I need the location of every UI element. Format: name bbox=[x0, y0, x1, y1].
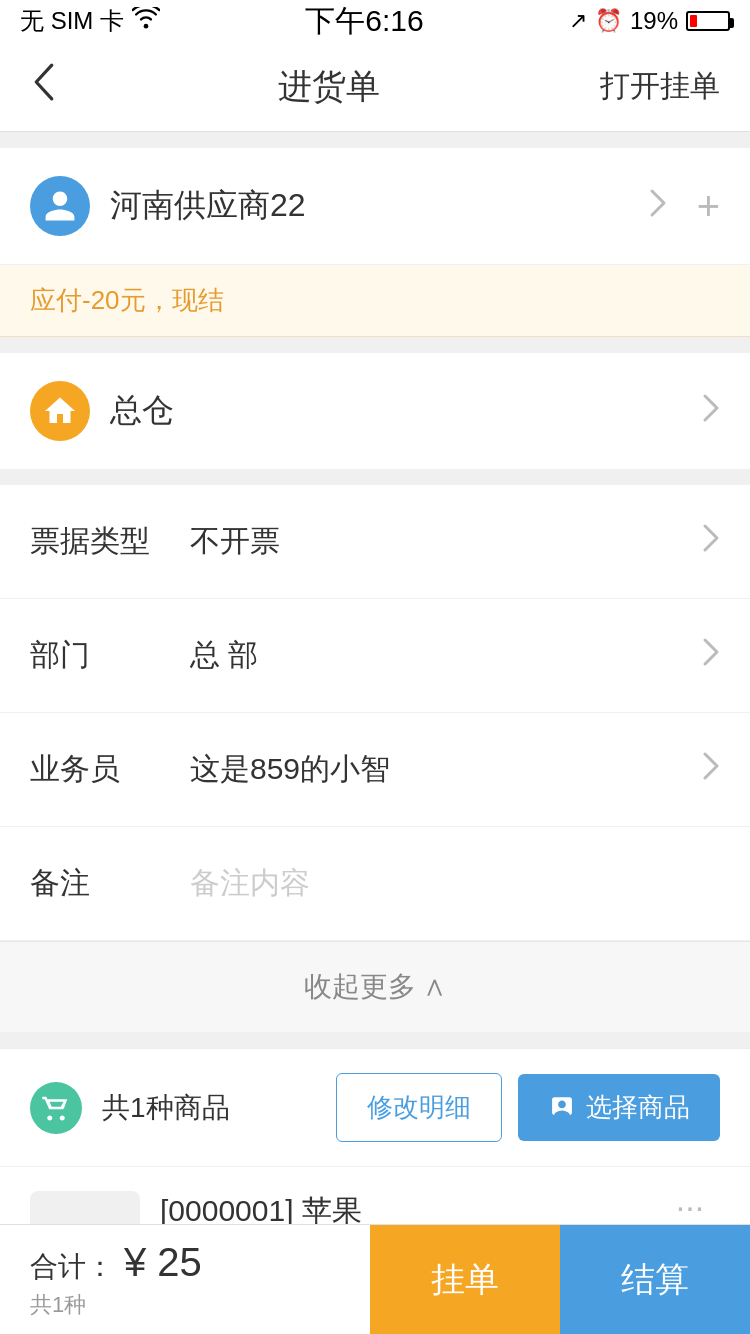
warehouse-name: 总仓 bbox=[110, 389, 702, 433]
form-section: 票据类型 不开票 部门 总 部 业务员 这是859的小智 备注 备注内容 bbox=[0, 485, 750, 1032]
invoice-type-row[interactable]: 票据类型 不开票 bbox=[0, 485, 750, 599]
status-bar-left: 无 SIM 卡 bbox=[20, 5, 160, 37]
remark-row[interactable]: 备注 备注内容 bbox=[0, 827, 750, 941]
balance-notice: 应付-20元，现结 bbox=[0, 265, 750, 337]
wifi-icon bbox=[132, 7, 160, 35]
department-value: 总 部 bbox=[170, 635, 702, 676]
back-button[interactable] bbox=[30, 60, 58, 113]
select-product-icon bbox=[548, 1094, 576, 1122]
status-time: 下午6:16 bbox=[305, 1, 423, 42]
remark-label: 备注 bbox=[30, 863, 170, 904]
divider-1 bbox=[0, 337, 750, 353]
warehouse-icon bbox=[30, 381, 90, 441]
page-title: 进货单 bbox=[278, 64, 380, 110]
invoice-type-value: 不开票 bbox=[170, 521, 702, 562]
status-bar: 无 SIM 卡 下午6:16 ↗ ⏰ 19% bbox=[0, 0, 750, 42]
invoice-type-label: 票据类型 bbox=[30, 521, 170, 562]
salesman-value: 这是859的小智 bbox=[170, 749, 702, 790]
battery-icon bbox=[686, 11, 730, 31]
invoice-chevron-icon bbox=[702, 523, 720, 560]
total-row: 合计： ¥ 25 bbox=[30, 1240, 340, 1286]
supplier-row[interactable]: 河南供应商22 + bbox=[0, 148, 750, 265]
salesman-label: 业务员 bbox=[30, 749, 170, 790]
bottom-total: 合计： ¥ 25 共1种 bbox=[0, 1225, 370, 1334]
total-sub: 共1种 bbox=[30, 1290, 340, 1320]
warehouse-section: 总仓 bbox=[0, 353, 750, 469]
salesman-chevron-icon bbox=[702, 751, 720, 788]
supplier-name: 河南供应商22 bbox=[110, 184, 649, 228]
nav-bar: 进货单 打开挂单 bbox=[0, 42, 750, 132]
collapse-row[interactable]: 收起更多 ∧ bbox=[0, 941, 750, 1032]
department-row[interactable]: 部门 总 部 bbox=[0, 599, 750, 713]
supplier-section: 河南供应商22 + 应付-20元，现结 bbox=[0, 148, 750, 337]
supplier-chevron-icon bbox=[649, 188, 667, 225]
salesman-row[interactable]: 业务员 这是859的小智 bbox=[0, 713, 750, 827]
total-label: 合计： bbox=[30, 1248, 114, 1286]
battery-text: 19% bbox=[630, 7, 678, 35]
total-amount: ¥ 25 bbox=[124, 1240, 202, 1285]
status-bar-right: ↗ ⏰ 19% bbox=[569, 7, 730, 35]
department-label: 部门 bbox=[30, 635, 170, 676]
product-code: [0000001] bbox=[160, 1194, 302, 1227]
divider-3 bbox=[0, 1032, 750, 1048]
product-count-icon bbox=[30, 1082, 82, 1134]
location-icon: ↗ bbox=[569, 8, 587, 34]
carrier-text: 无 SIM 卡 bbox=[20, 5, 124, 37]
bottom-bar: 合计： ¥ 25 共1种 挂单 结算 bbox=[0, 1224, 750, 1334]
department-chevron-icon bbox=[702, 637, 720, 674]
product-more-button[interactable]: ··· bbox=[660, 1191, 720, 1221]
warehouse-chevron-icon bbox=[702, 393, 720, 430]
select-product-label: 选择商品 bbox=[586, 1090, 690, 1125]
supplier-avatar bbox=[30, 176, 90, 236]
hang-button[interactable]: 挂单 bbox=[370, 1225, 560, 1334]
modify-detail-button[interactable]: 修改明细 bbox=[336, 1073, 502, 1142]
select-product-button[interactable]: 选择商品 bbox=[518, 1074, 720, 1141]
divider-top bbox=[0, 132, 750, 148]
warehouse-row[interactable]: 总仓 bbox=[0, 353, 750, 469]
collapse-label: 收起更多 ∧ bbox=[304, 971, 447, 1002]
remark-input[interactable]: 备注内容 bbox=[170, 863, 720, 904]
add-supplier-button[interactable]: + bbox=[697, 184, 720, 229]
open-hang-button[interactable]: 打开挂单 bbox=[600, 66, 720, 107]
divider-2 bbox=[0, 469, 750, 485]
checkout-button[interactable]: 结算 bbox=[560, 1225, 750, 1334]
product-header: 共1种商品 修改明细 选择商品 bbox=[0, 1048, 750, 1166]
product-count-label: 共1种商品 bbox=[102, 1089, 336, 1127]
alarm-icon: ⏰ bbox=[595, 8, 622, 34]
product-title: 苹果 bbox=[302, 1194, 362, 1227]
